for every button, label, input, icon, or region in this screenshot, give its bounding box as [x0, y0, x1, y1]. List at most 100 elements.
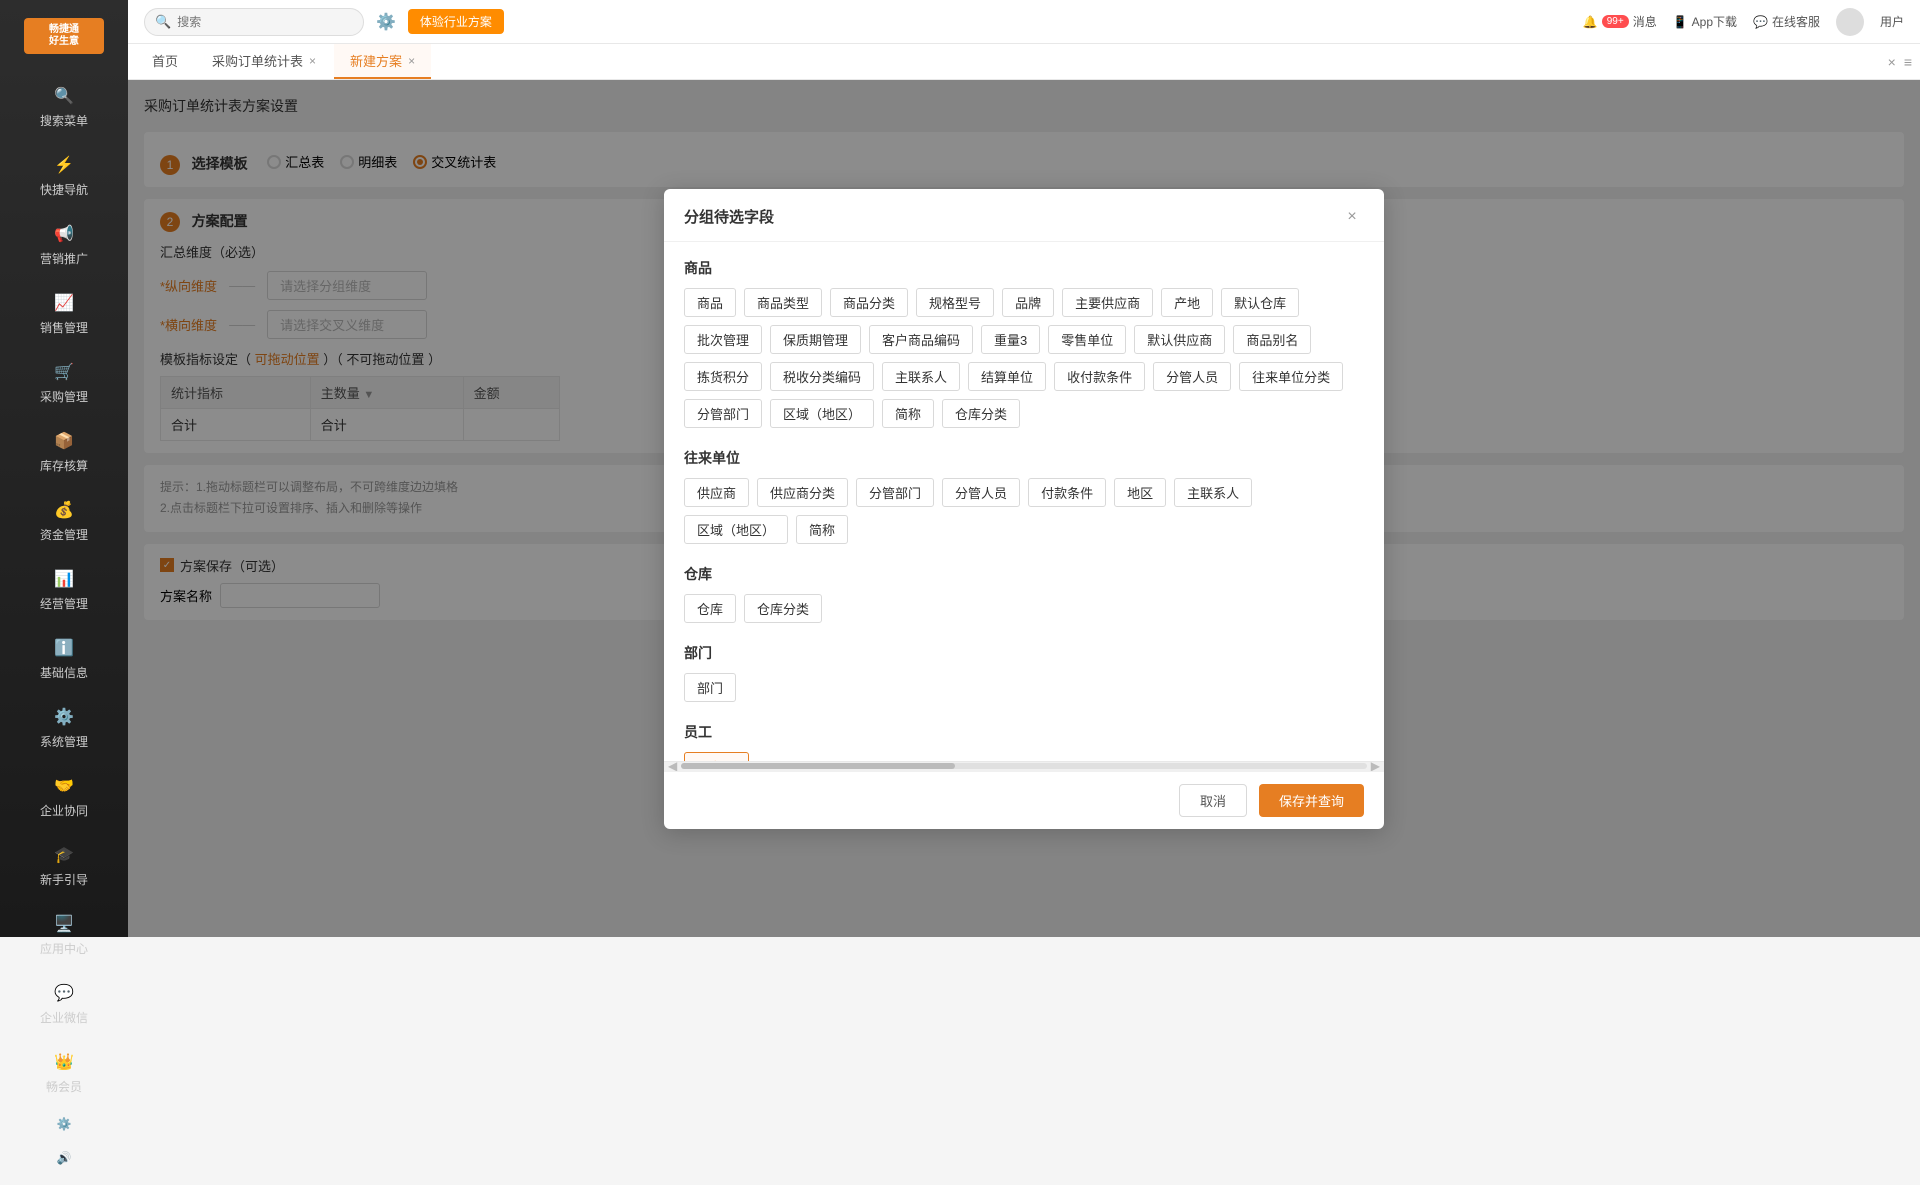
info-icon: ℹ️	[52, 636, 76, 660]
tab-bar-menu-icon[interactable]: ≡	[1904, 54, 1912, 70]
field-customer-code[interactable]: 客户商品编码	[869, 325, 973, 354]
sidebar-item-marketing[interactable]: 📢 营销推广	[0, 210, 128, 279]
field-brand[interactable]: 品牌	[1002, 288, 1054, 317]
cancel-button[interactable]: 取消	[1179, 784, 1247, 817]
field-abbr[interactable]: 简称	[882, 399, 934, 428]
field-supervisor2[interactable]: 分管人员	[942, 478, 1020, 507]
operations-icon: 📊	[52, 567, 76, 591]
enterprise-icon: 🤝	[52, 774, 76, 798]
sidebar-item-finance[interactable]: 💰 资金管理	[0, 486, 128, 555]
field-partner-category[interactable]: 往来单位分类	[1239, 362, 1343, 391]
dialog-close-button[interactable]: ×	[1340, 205, 1364, 229]
tab-home[interactable]: 首页	[136, 44, 194, 79]
field-goods-category[interactable]: 商品分类	[830, 288, 908, 317]
message-label: 消息	[1633, 13, 1657, 30]
field-region2[interactable]: 区域（地区）	[684, 515, 788, 544]
sidebar-item-sales[interactable]: 📈 销售管理	[0, 279, 128, 348]
goods-section: 商品 商品 商品类型 商品分类 规格型号 品牌 主要供应商 产地 默认仓库 批次…	[684, 258, 1364, 428]
sidebar-item-basic-info[interactable]: ℹ️ 基础信息	[0, 624, 128, 693]
field-main-contact[interactable]: 主联系人	[882, 362, 960, 391]
field-dept2[interactable]: 分管部门	[856, 478, 934, 507]
field-expiry-mgmt[interactable]: 保质期管理	[770, 325, 861, 354]
field-warehouse-category[interactable]: 仓库分类	[744, 594, 822, 623]
trial-button[interactable]: 体验行业方案	[408, 9, 504, 34]
download-icon: 📱	[1673, 15, 1688, 29]
sidebar-item-label: 快捷导航	[40, 181, 88, 198]
main-area: 🔍 ⚙️ 体验行业方案 🔔 99+ 消息 📱 App下载 💬 在线客服	[128, 0, 1920, 937]
staff-title: 员工	[684, 722, 1364, 742]
field-department[interactable]: 部门	[684, 673, 736, 702]
sidebar-item-operations[interactable]: 📊 经营管理	[0, 555, 128, 624]
sidebar-item-label: 应用中心	[40, 940, 88, 957]
wechat-icon: 💬	[52, 981, 76, 1005]
tab-bar-close-icon[interactable]: ×	[1888, 54, 1896, 70]
tab-new-plan-label: 新建方案	[350, 51, 402, 70]
dialog-hscrollbar[interactable]: ◀ ▶	[664, 761, 1384, 771]
field-main-supplier[interactable]: 主要供应商	[1062, 288, 1153, 317]
field-goods-type[interactable]: 商品类型	[744, 288, 822, 317]
sidebar-item-label: 搜索菜单	[40, 112, 88, 129]
sidebar-item-system[interactable]: ⚙️ 系统管理	[0, 693, 128, 762]
field-tax-code[interactable]: 税收分类编码	[770, 362, 874, 391]
field-supplier-category[interactable]: 供应商分类	[757, 478, 848, 507]
field-abbr2[interactable]: 简称	[796, 515, 848, 544]
tab-new-plan[interactable]: 新建方案 ×	[334, 44, 431, 79]
field-batch-mgmt[interactable]: 批次管理	[684, 325, 762, 354]
field-dept[interactable]: 分管部门	[684, 399, 762, 428]
field-settlement-unit[interactable]: 结算单位	[968, 362, 1046, 391]
app-icon: 🖥️	[52, 912, 76, 936]
hscroll-thumb[interactable]	[681, 763, 955, 769]
search-icon: 🔍	[52, 84, 76, 108]
header-search-box[interactable]: 🔍	[144, 8, 364, 36]
top-header: 🔍 ⚙️ 体验行业方案 🔔 99+ 消息 📱 App下载 💬 在线客服	[128, 0, 1920, 44]
field-goods[interactable]: 商品	[684, 288, 736, 317]
field-payment-cond[interactable]: 付款条件	[1028, 478, 1106, 507]
sidebar-item-label: 营销推广	[40, 250, 88, 267]
tab-new-plan-close[interactable]: ×	[408, 54, 415, 68]
field-default-supplier[interactable]: 默认供应商	[1134, 325, 1225, 354]
field-region[interactable]: 区域（地区）	[770, 399, 874, 428]
sidebar-settings[interactable]: ⚙️	[0, 1107, 128, 1141]
tab-purchase-label: 采购订单统计表	[212, 51, 303, 70]
inventory-icon: 📦	[52, 429, 76, 453]
field-supervisor[interactable]: 分管人员	[1153, 362, 1231, 391]
field-area[interactable]: 地区	[1114, 478, 1166, 507]
field-salesperson[interactable]: 业务员	[684, 752, 749, 761]
field-payment-terms[interactable]: 收付款条件	[1054, 362, 1145, 391]
sidebar-item-quick-nav[interactable]: ⚡ 快捷导航	[0, 141, 128, 210]
search-input[interactable]	[177, 15, 353, 29]
sidebar-item-inventory[interactable]: 📦 库存核算	[0, 417, 128, 486]
field-pick-points[interactable]: 拣货积分	[684, 362, 762, 391]
department-title: 部门	[684, 643, 1364, 663]
field-retail-unit[interactable]: 零售单位	[1048, 325, 1126, 354]
field-weight3[interactable]: 重量3	[981, 325, 1040, 354]
field-main-contact2[interactable]: 主联系人	[1174, 478, 1252, 507]
warehouse-section: 仓库 仓库 仓库分类	[684, 564, 1364, 623]
field-warehouse-cat[interactable]: 仓库分类	[942, 399, 1020, 428]
settings-gear-icon[interactable]: ⚙️	[376, 12, 396, 32]
field-warehouse[interactable]: 仓库	[684, 594, 736, 623]
sidebar-item-wechat[interactable]: 💬 企业微信	[0, 969, 128, 1038]
field-spec-model[interactable]: 规格型号	[916, 288, 994, 317]
sidebar-item-app-center[interactable]: 🖥️ 应用中心	[0, 900, 128, 969]
tab-purchase-order[interactable]: 采购订单统计表 ×	[196, 44, 332, 79]
sidebar-item-enterprise[interactable]: 🤝 企业协同	[0, 762, 128, 831]
app-download-group[interactable]: 📱 App下载	[1673, 13, 1737, 30]
sidebar-item-guide[interactable]: 🎓 新手引导	[0, 831, 128, 900]
sidebar-volume[interactable]: 🔊	[0, 1141, 128, 1175]
save-button[interactable]: 保存并查询	[1259, 784, 1364, 817]
field-goods-alias[interactable]: 商品别名	[1233, 325, 1311, 354]
sidebar-item-label: 基础信息	[40, 664, 88, 681]
field-origin[interactable]: 产地	[1161, 288, 1213, 317]
user-name: 用户	[1880, 13, 1904, 30]
message-icon-group[interactable]: 🔔 99+ 消息	[1583, 13, 1657, 30]
user-avatar[interactable]	[1836, 8, 1864, 36]
sidebar-bottom: ⚙️ 🔊	[0, 1107, 128, 1185]
tab-purchase-close[interactable]: ×	[309, 54, 316, 68]
sidebar-item-member[interactable]: 👑 畅会员	[0, 1038, 128, 1107]
online-support-group[interactable]: 💬 在线客服	[1753, 13, 1820, 30]
field-default-warehouse[interactable]: 默认仓库	[1221, 288, 1299, 317]
sidebar-item-search[interactable]: 🔍 搜索菜单	[0, 72, 128, 141]
field-supplier[interactable]: 供应商	[684, 478, 749, 507]
sidebar-item-purchase[interactable]: 🛒 采购管理	[0, 348, 128, 417]
